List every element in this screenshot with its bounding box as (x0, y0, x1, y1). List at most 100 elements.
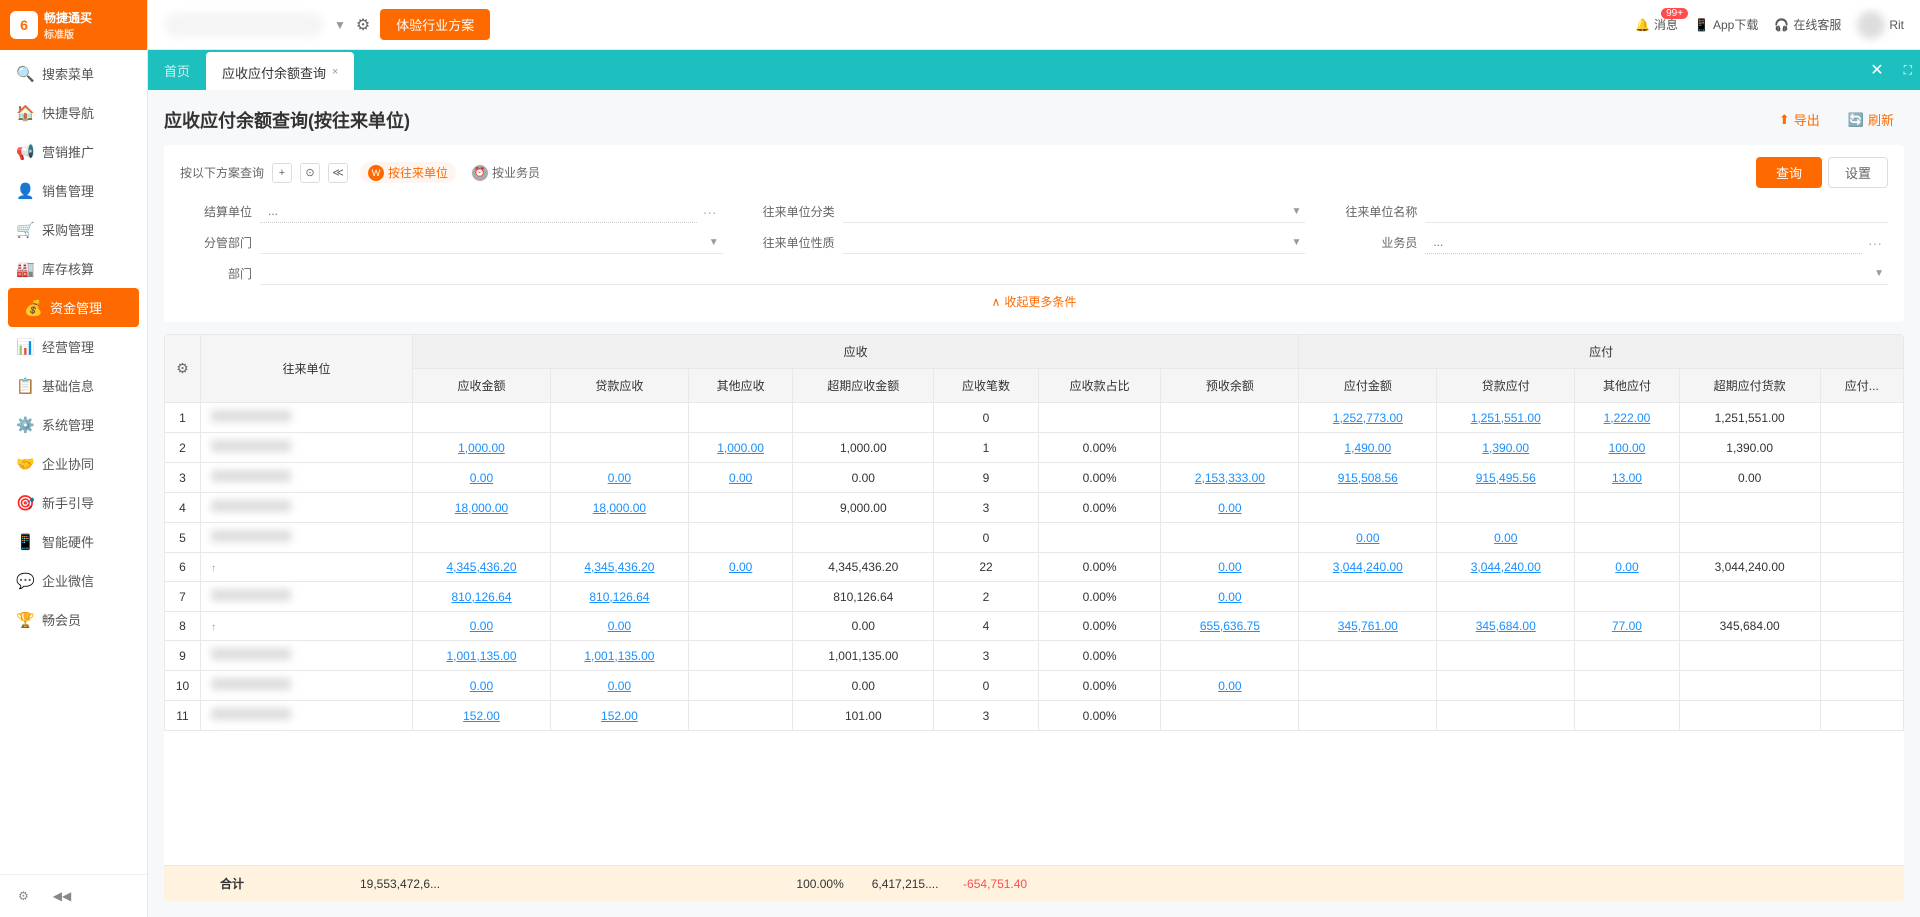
cell-other-payable (1575, 701, 1680, 731)
partner-nature-select[interactable] (843, 231, 1306, 253)
cell-receivable-amount: 152.00 (413, 701, 551, 731)
operation-icon: 📊 (16, 338, 34, 356)
table-row: 7 810,126.64 810,126.64 810,126.64 2 0.0… (165, 582, 1904, 612)
settlement-dots[interactable]: ··· (697, 204, 723, 220)
online-service-btn[interactable]: 🎧 在线客服 (1774, 16, 1841, 33)
th-receivable-count: 应收笔数 (934, 369, 1039, 403)
partner-name-input[interactable] (1425, 200, 1888, 223)
sidebar-item-basic[interactable]: 📋 基础信息 (0, 366, 147, 405)
query-button[interactable]: 查询 (1756, 157, 1822, 188)
th-gear[interactable]: ⚙ (165, 335, 201, 403)
top-actions: 🔔 消息 99+ 📱 App下载 🎧 在线客服 Rit (1635, 11, 1904, 39)
cell-partner: ↑ (201, 553, 413, 582)
cell-partner (201, 403, 413, 433)
cell-other-receivable (688, 641, 793, 671)
cell-receivable-count: 0 (934, 403, 1039, 433)
settings-button[interactable]: 设置 (1828, 157, 1888, 188)
logo-badge: 标准版 (44, 26, 92, 41)
cell-loan-receivable: 18,000.00 (550, 493, 688, 523)
th-partner: 往来单位 (201, 335, 413, 403)
division-select[interactable] (260, 231, 723, 253)
cell-payable-amount: 1,252,773.00 (1299, 403, 1437, 433)
table-scroll[interactable]: ⚙ 往来单位 应收 应付 应收金额 贷款应收 其他应收 超期应收金额 (164, 334, 1904, 865)
sidebar-item-inventory[interactable]: 🏭 库存核算 (0, 249, 147, 288)
cell-loan-payable (1437, 641, 1575, 671)
salesperson-dots[interactable]: ··· (1862, 235, 1888, 251)
cell-other-receivable (688, 493, 793, 523)
cell-receivable-amount: 0.00 (413, 671, 551, 701)
cell-receivable-ratio: 0.00% (1038, 641, 1161, 671)
partner-category-select[interactable] (843, 200, 1306, 222)
cell-other-receivable (688, 582, 793, 612)
tab-home[interactable]: 首页 (148, 50, 206, 90)
scheme-partner[interactable]: W 按往来单位 (360, 162, 456, 183)
purchase-icon: 🛒 (16, 221, 34, 239)
cell-advance-balance: 0.00 (1161, 582, 1299, 612)
refresh-button[interactable]: 🔄 刷新 (1838, 106, 1904, 133)
filter-target-btn[interactable]: ⊙ (300, 163, 320, 183)
sidebar-item-purchase[interactable]: 🛒 采购管理 (0, 210, 147, 249)
cell-partner (201, 433, 413, 463)
sidebar-item-marketing[interactable]: 📢 营销推广 (0, 132, 147, 171)
notifications-btn[interactable]: 🔔 消息 99+ (1635, 16, 1678, 33)
salesperson-input[interactable] (1425, 231, 1862, 254)
filter-back-btn[interactable]: ≪ (328, 163, 348, 183)
wechat-icon: 💬 (16, 572, 34, 590)
sidebar-settings-button[interactable]: ⚙ (10, 885, 37, 907)
department-select[interactable] (260, 262, 1888, 284)
sidebar-item-quicknav[interactable]: 🏠 快捷导航 (0, 93, 147, 132)
cell-advance-balance (1161, 701, 1299, 731)
sidebar-item-sales[interactable]: 👤 销售管理 (0, 171, 147, 210)
tab-close-icon[interactable]: × (332, 66, 338, 78)
cell-other-payable (1575, 582, 1680, 612)
filter-add-btn[interactable]: + (272, 163, 292, 183)
department-select-wrap: ▼ (260, 262, 1888, 285)
table-settings-icon[interactable]: ⚙ (176, 360, 189, 376)
page-content: 应收应付余额查询(按往来单位) ⬆ 导出 🔄 刷新 按以下方案查询 + (148, 90, 1920, 917)
filter-partner-name: 往来单位名称 (1345, 200, 1888, 223)
settings-icon[interactable]: ⚙ (356, 15, 370, 35)
filter-collapse-button[interactable]: ∧ 收起更多条件 (992, 293, 1077, 310)
cell-receivable-count: 1 (934, 433, 1039, 463)
cell-partner (201, 582, 413, 612)
sidebar-item-hardware[interactable]: 📱 智能硬件 (0, 522, 147, 561)
filter-schemes: W 按往来单位 ⏰ 按业务员 (360, 162, 548, 183)
cell-index: 6 (165, 553, 201, 582)
tab-bar-expand-btn[interactable]: ⛶ (1896, 63, 1920, 78)
cell-receivable-amount (413, 403, 551, 433)
sidebar-item-member[interactable]: 🏆 畅会员 (0, 600, 147, 639)
cell-advance-balance (1161, 433, 1299, 463)
sidebar-item-guide[interactable]: 🎯 新手引导 (0, 483, 147, 522)
sidebar-item-collab[interactable]: 🤝 企业协同 (0, 444, 147, 483)
sidebar-collapse-button[interactable]: ◀◀ (45, 885, 79, 907)
tab-bar-close-btn[interactable]: ✕ (1858, 60, 1895, 80)
scheme-salesperson[interactable]: ⏰ 按业务员 (464, 162, 548, 183)
cell-other-receivable (688, 701, 793, 731)
cell-partner (201, 641, 413, 671)
cell-payable-amount: 0.00 (1299, 523, 1437, 553)
industry-btn[interactable]: 体验行业方案 (380, 9, 490, 40)
cell-other-receivable (688, 612, 793, 641)
sidebar-item-finance[interactable]: 💰 资金管理 (8, 288, 139, 327)
cell-other-payable: 100.00 (1575, 433, 1680, 463)
export-button[interactable]: ⬆ 导出 (1769, 106, 1830, 133)
cell-overdue-receivable: 1,001,135.00 (793, 641, 934, 671)
app-download-btn[interactable]: 📱 App下载 (1694, 16, 1758, 33)
search-dropdown-icon[interactable]: ▼ (334, 18, 346, 32)
inventory-icon: 🏭 (16, 260, 34, 278)
partner-name-label: 往来单位名称 (1345, 203, 1425, 220)
sidebar: 6 畅捷通买 标准版 🔍 搜索菜单 🏠 快捷导航 📢 营销推广 👤 销售管理 (0, 0, 148, 917)
cell-index: 10 (165, 671, 201, 701)
sidebar-item-wechat[interactable]: 💬 企业微信 (0, 561, 147, 600)
sidebar-item-system[interactable]: ⚙️ 系统管理 (0, 405, 147, 444)
sidebar-item-operation[interactable]: 📊 经营管理 (0, 327, 147, 366)
cell-overdue-payable: 1,390.00 (1679, 433, 1820, 463)
cell-receivable-count: 3 (934, 493, 1039, 523)
tab-receivable[interactable]: 应收应付余额查询 × (206, 52, 354, 92)
user-area[interactable]: Rit (1857, 11, 1904, 39)
sidebar-item-search[interactable]: 🔍 搜索菜单 (0, 54, 147, 93)
cell-receivable-ratio (1038, 403, 1161, 433)
cell-advance-balance (1161, 523, 1299, 553)
tab-home-label: 首页 (164, 61, 190, 80)
settlement-unit-input[interactable] (260, 200, 697, 223)
